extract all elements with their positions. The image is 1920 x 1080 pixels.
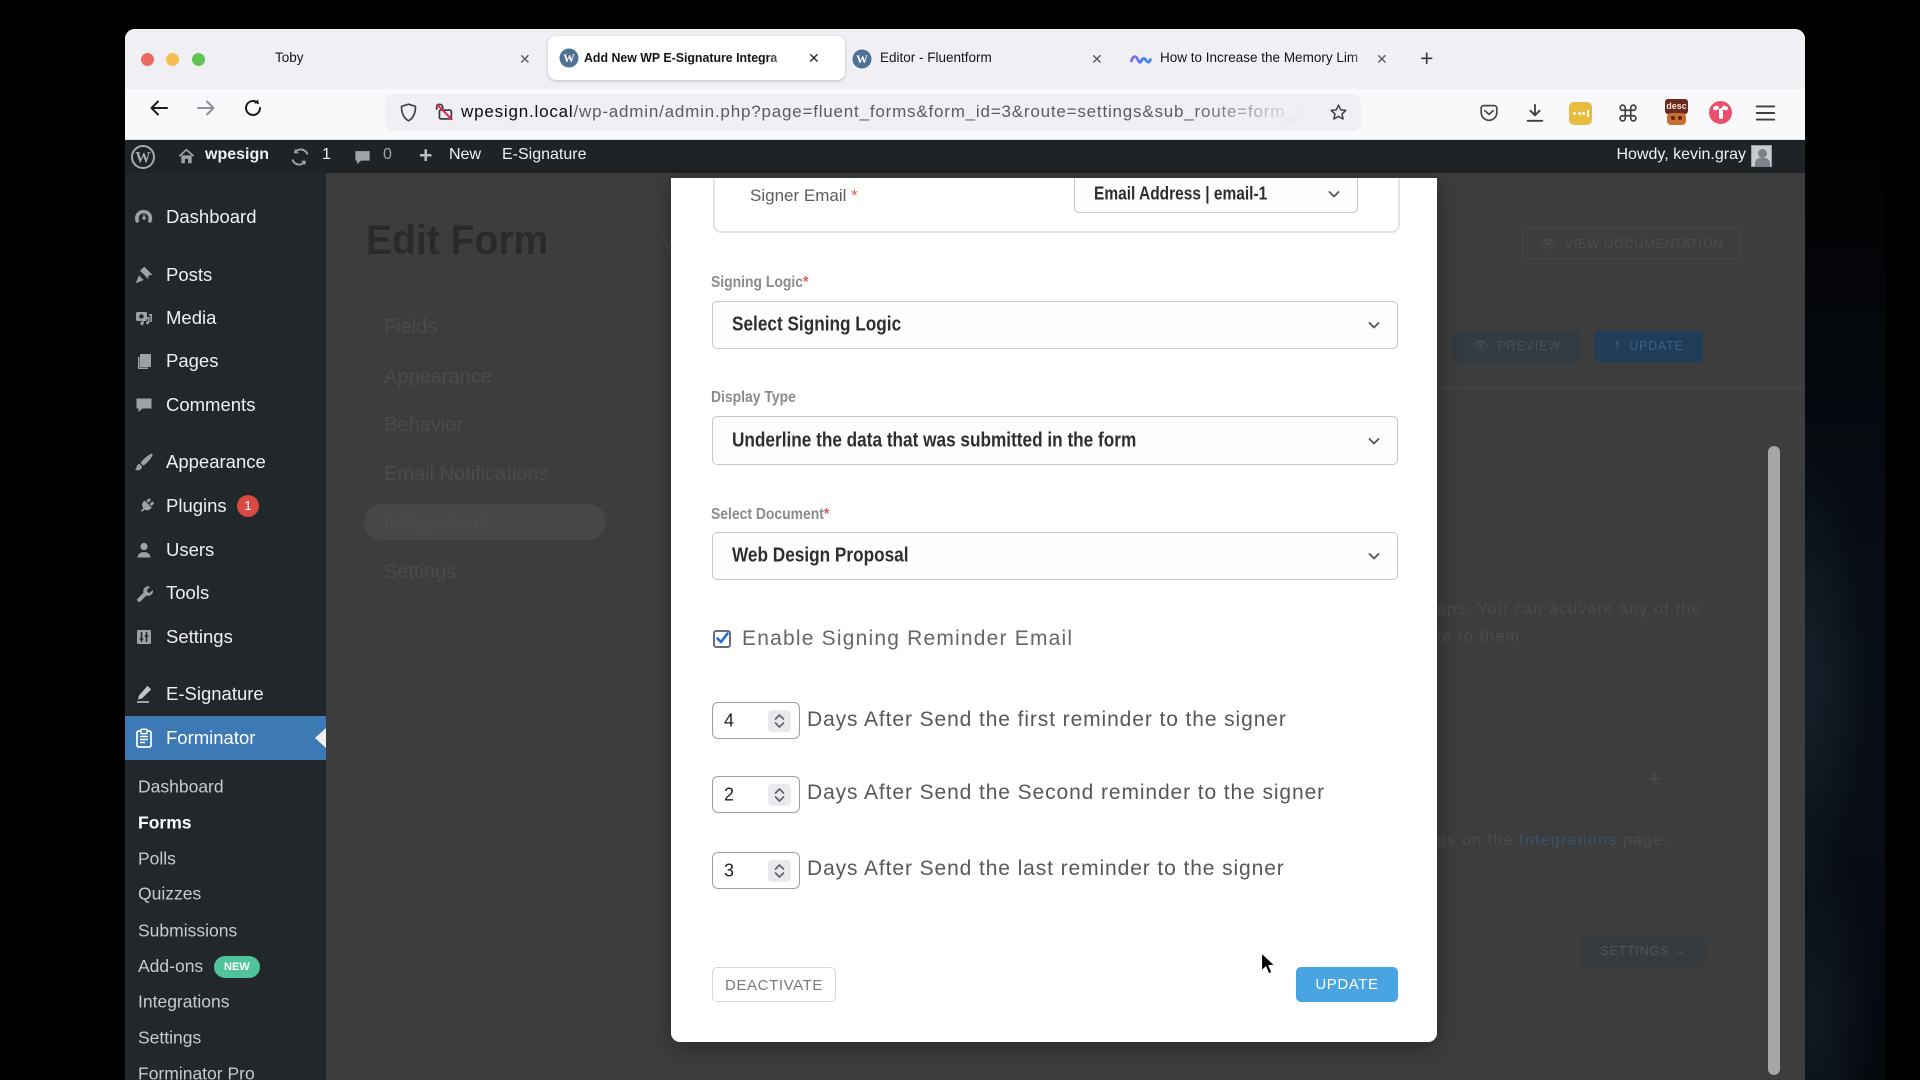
svg-text:W: W [563,53,575,65]
svg-text:W: W [856,54,868,66]
svg-text:W: W [135,150,151,167]
